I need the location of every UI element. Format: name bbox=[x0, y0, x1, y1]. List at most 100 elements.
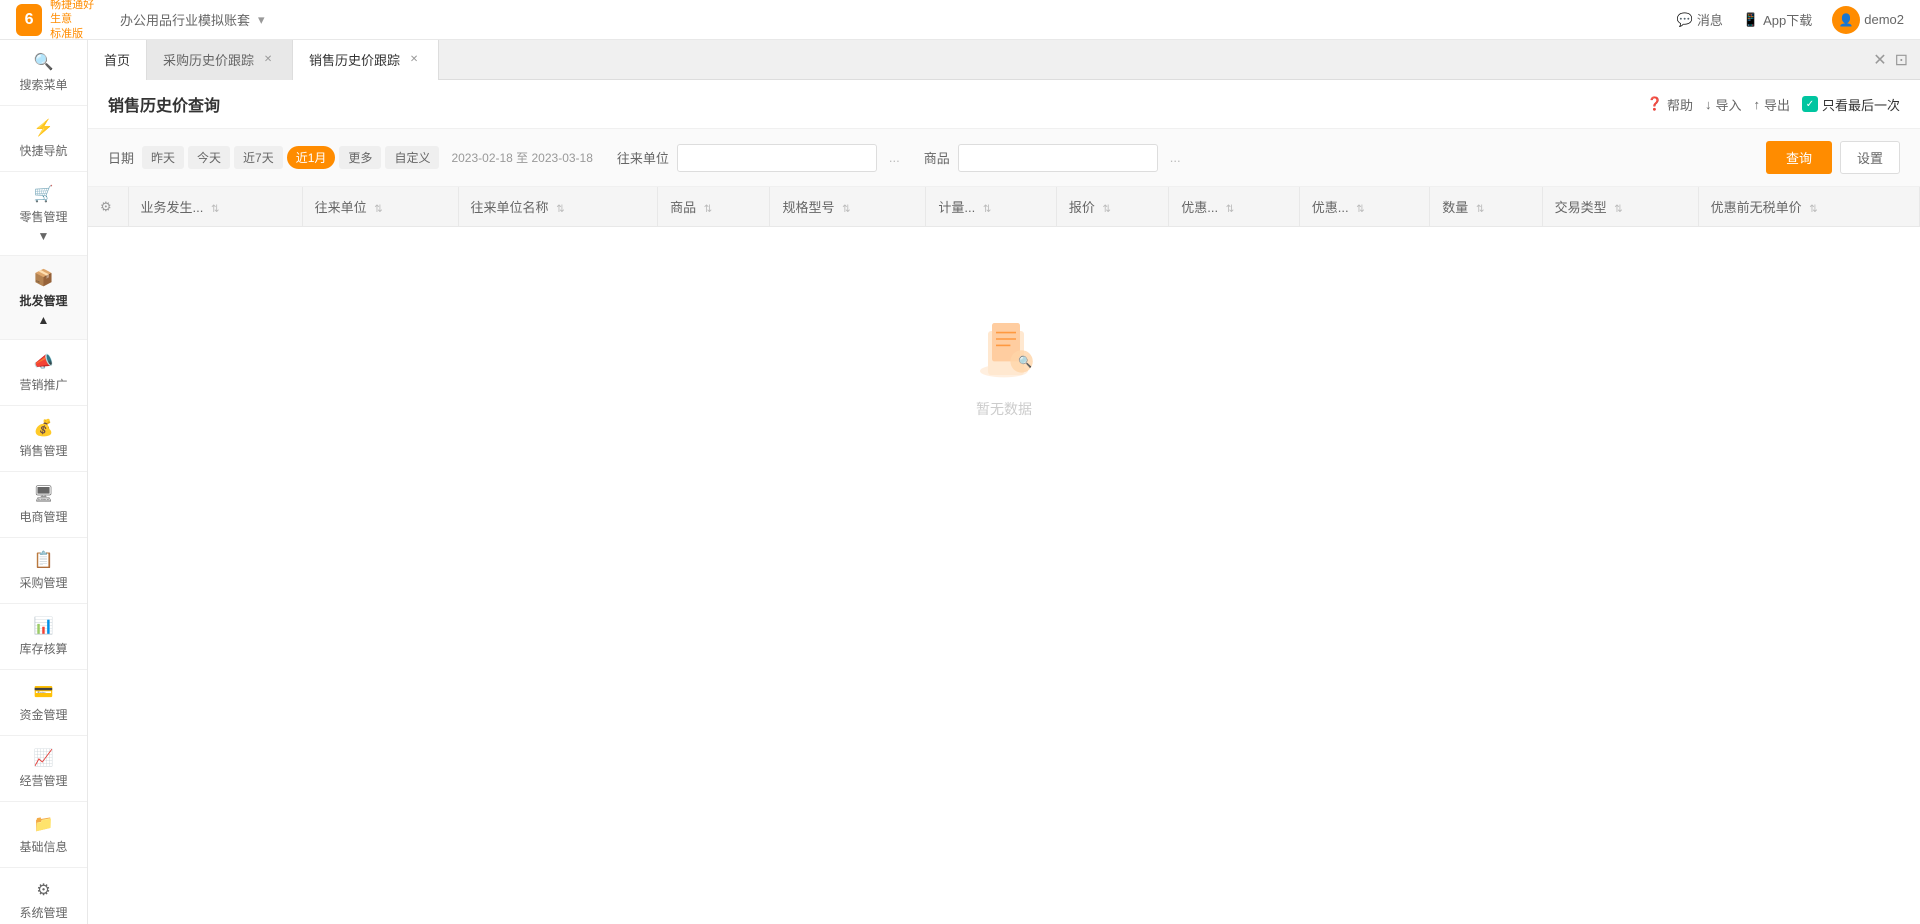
sidebar-item-finance[interactable]: 💳 资金管理 bbox=[0, 670, 87, 736]
show-last-checkbox[interactable]: ✓ 只看最后一次 bbox=[1802, 95, 1900, 114]
operations-icon: 📈 bbox=[34, 748, 54, 768]
sort-icon-pre-tax: ⇅ bbox=[1809, 204, 1817, 215]
col-unit[interactable]: 计量... ⇅ bbox=[926, 187, 1057, 227]
sidebar-item-system[interactable]: ⚙ 系统管理 bbox=[0, 868, 87, 924]
message-button[interactable]: 💬 消息 bbox=[1677, 10, 1723, 29]
sidebar-item-purchase[interactable]: 📋 采购管理 bbox=[0, 538, 87, 604]
ecommerce-icon: 🖥 bbox=[33, 484, 53, 504]
date-range-display: 2023-02-18 至 2023-03-18 bbox=[451, 149, 592, 166]
sort-icon-discount1: ⇅ bbox=[1226, 204, 1234, 215]
top-right-actions: 💬 消息 📱 App下载 👤 demo2 bbox=[1677, 6, 1904, 34]
product-filter-input[interactable] bbox=[958, 144, 1158, 172]
tab-home[interactable]: 首页 bbox=[88, 40, 147, 80]
partner-filter-input[interactable] bbox=[677, 144, 877, 172]
empty-state-illustration: 🔍 bbox=[964, 307, 1044, 387]
page-header: 销售历史价查询 ❓ 帮助 ↓ 导入 ↑ 导出 ✓ bbox=[88, 80, 1920, 129]
message-icon: 💬 bbox=[1677, 12, 1693, 28]
col-quote[interactable]: 报价 ⇅ bbox=[1056, 187, 1168, 227]
sidebar-item-retail[interactable]: 🛒 零售管理 ▼ bbox=[0, 172, 87, 256]
sort-icon-unit: ⇅ bbox=[983, 204, 991, 215]
col-trade-type[interactable]: 交易类型 ⇅ bbox=[1542, 187, 1698, 227]
partner-filter-label: 往来单位 bbox=[617, 148, 669, 167]
page-title: 销售历史价查询 bbox=[108, 92, 220, 128]
tab-close-sales[interactable]: ✕ bbox=[406, 52, 422, 68]
sidebar-item-marketing[interactable]: 📣 营销推广 bbox=[0, 340, 87, 406]
app-download-button[interactable]: 📱 App下载 bbox=[1743, 10, 1812, 29]
empty-state: 🔍 暂无数据 bbox=[88, 227, 1920, 499]
partner-filter-dots[interactable]: ... bbox=[889, 150, 900, 165]
col-spec[interactable]: 规格型号 ⇅ bbox=[770, 187, 926, 227]
date-filter-label: 日期 bbox=[108, 148, 134, 167]
tab-close-purchase[interactable]: ✕ bbox=[260, 52, 276, 68]
sort-icon-partner-name: ⇅ bbox=[556, 204, 564, 215]
date-btn-more[interactable]: 更多 bbox=[339, 146, 381, 169]
col-biz-date[interactable]: 业务发生... ⇅ bbox=[128, 187, 302, 227]
col-qty[interactable]: 数量 ⇅ bbox=[1430, 187, 1542, 227]
col-discount2[interactable]: 优惠... ⇅ bbox=[1299, 187, 1430, 227]
svg-text:🔍: 🔍 bbox=[1018, 354, 1032, 368]
logo-text: 畅捷通好生意 标准版 bbox=[50, 0, 104, 41]
col-discount1[interactable]: 优惠... ⇅ bbox=[1169, 187, 1300, 227]
sidebar-item-inventory[interactable]: 📊 库存核算 bbox=[0, 604, 87, 670]
sort-icon-partner-code: ⇅ bbox=[374, 204, 382, 215]
import-icon: ↓ bbox=[1705, 97, 1712, 112]
marketing-icon: 📣 bbox=[34, 352, 54, 372]
date-btn-today[interactable]: 今天 bbox=[188, 146, 230, 169]
sidebar-item-wholesale[interactable]: 📦 批发管理 ▲ bbox=[0, 256, 87, 340]
import-button[interactable]: ↓ 导入 bbox=[1705, 95, 1742, 114]
sidebar-item-ecommerce[interactable]: 🖥 电商管理 bbox=[0, 472, 87, 538]
nav-dropdown-icon[interactable]: ▾ bbox=[258, 12, 265, 28]
tab-bar: 首页 采购历史价跟踪 ✕ 销售历史价跟踪 ✕ ✕ ⊡ bbox=[88, 40, 1920, 80]
date-btn-yesterday[interactable]: 昨天 bbox=[142, 146, 184, 169]
user-profile[interactable]: 👤 demo2 bbox=[1832, 6, 1904, 34]
retail-icon: 🛒 bbox=[34, 184, 54, 204]
tab-close-window-icon[interactable]: ✕ bbox=[1873, 50, 1886, 70]
col-settings: ⚙ bbox=[88, 187, 128, 227]
settings-button[interactable]: 设置 bbox=[1840, 141, 1900, 174]
shortcut-icon: ⚡ bbox=[34, 118, 54, 138]
checkbox-icon: ✓ bbox=[1802, 96, 1818, 112]
filter-action-buttons: 查询 设置 bbox=[1766, 141, 1900, 174]
tab-purchase[interactable]: 采购历史价跟踪 ✕ bbox=[147, 40, 293, 80]
date-btn-7days[interactable]: 近7天 bbox=[234, 146, 283, 169]
table-settings-icon[interactable]: ⚙ bbox=[100, 199, 112, 214]
main-layout: 🔍 搜索菜单 ⚡ 快捷导航 🛒 零售管理 ▼ 📦 批发管理 ▲ 📣 营销推广 💰… bbox=[0, 40, 1920, 924]
page-content: 销售历史价查询 ❓ 帮助 ↓ 导入 ↑ 导出 ✓ bbox=[88, 80, 1920, 924]
data-table: ⚙ 业务发生... ⇅ 往来单位 ⇅ 往来单位名称 bbox=[88, 187, 1920, 227]
nav-label[interactable]: 办公用品行业模拟账套 bbox=[120, 10, 250, 29]
sidebar-item-operations[interactable]: 📈 经营管理 bbox=[0, 736, 87, 802]
product-filter-group: 商品 ... bbox=[924, 144, 1181, 172]
export-icon: ↑ bbox=[1753, 97, 1760, 112]
col-partner-name[interactable]: 往来单位名称 ⇅ bbox=[458, 187, 658, 227]
basic-info-icon: 📁 bbox=[34, 814, 54, 834]
sort-icon-discount2: ⇅ bbox=[1356, 204, 1364, 215]
sidebar-item-sales-mgmt[interactable]: 💰 销售管理 bbox=[0, 406, 87, 472]
sales-icon: 💰 bbox=[34, 418, 54, 438]
col-partner-code[interactable]: 往来单位 ⇅ bbox=[302, 187, 458, 227]
sort-icon-trade-type: ⇅ bbox=[1614, 204, 1622, 215]
col-pre-tax[interactable]: 优惠前无税单价 ⇅ bbox=[1698, 187, 1919, 227]
sidebar-item-search[interactable]: 🔍 搜索菜单 bbox=[0, 40, 87, 106]
search-icon: 🔍 bbox=[34, 52, 54, 72]
export-button[interactable]: ↑ 导出 bbox=[1753, 95, 1790, 114]
tab-maximize-icon[interactable]: ⊡ bbox=[1895, 50, 1908, 70]
date-btn-custom[interactable]: 自定义 bbox=[385, 146, 439, 169]
content-area: 首页 采购历史价跟踪 ✕ 销售历史价跟踪 ✕ ✕ ⊡ 销售历史价查询 bbox=[88, 40, 1920, 924]
query-button[interactable]: 查询 bbox=[1766, 141, 1832, 174]
sidebar-item-basic-info[interactable]: 📁 基础信息 bbox=[0, 802, 87, 868]
help-icon: ❓ bbox=[1647, 96, 1663, 112]
sidebar-item-shortcut[interactable]: ⚡ 快捷导航 bbox=[0, 106, 87, 172]
system-icon: ⚙ bbox=[36, 880, 50, 900]
help-button[interactable]: ❓ 帮助 bbox=[1647, 95, 1693, 114]
app-logo-icon: 6 bbox=[16, 4, 42, 36]
date-btn-1month[interactable]: 近1月 bbox=[287, 146, 336, 169]
sort-icon-biz-date: ⇅ bbox=[211, 204, 219, 215]
sort-icon-product: ⇅ bbox=[704, 204, 712, 215]
avatar: 👤 bbox=[1832, 6, 1860, 34]
product-filter-dots[interactable]: ... bbox=[1170, 150, 1181, 165]
top-center: 办公用品行业模拟账套 ▾ bbox=[104, 10, 1677, 29]
wholesale-icon: 📦 bbox=[34, 268, 54, 288]
col-product[interactable]: 商品 ⇅ bbox=[658, 187, 770, 227]
partner-filter-group: 往来单位 ... bbox=[617, 144, 900, 172]
tab-sales[interactable]: 销售历史价跟踪 ✕ bbox=[293, 40, 439, 80]
